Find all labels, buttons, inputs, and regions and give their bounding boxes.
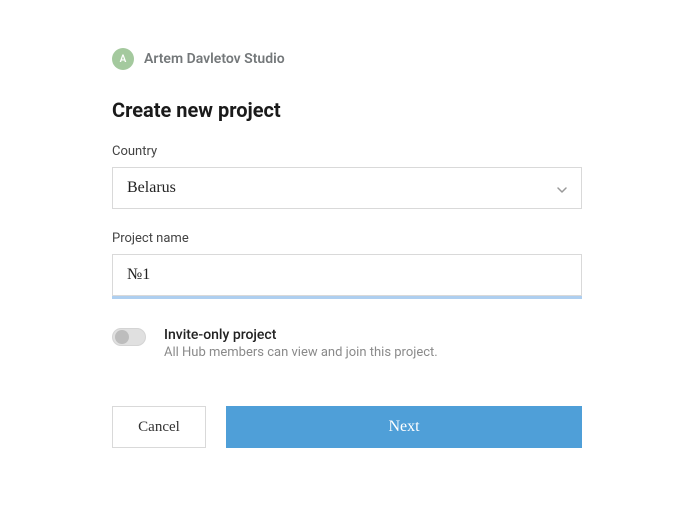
toggle-knob — [115, 330, 129, 344]
cancel-button[interactable]: Cancel — [112, 406, 206, 448]
invite-only-title: Invite-only project — [164, 327, 438, 343]
invite-only-row: Invite-only project All Hub members can … — [112, 327, 582, 360]
page-title: Create new project — [112, 98, 582, 122]
country-value[interactable]: Belarus — [112, 167, 582, 209]
input-focus-underline — [112, 296, 582, 299]
country-label: Country — [112, 144, 582, 159]
avatar: A — [112, 48, 134, 70]
button-row: Cancel Next — [112, 406, 582, 448]
next-button[interactable]: Next — [226, 406, 582, 448]
project-name-input[interactable] — [112, 254, 582, 296]
studio-header: A Artem Davletov Studio — [112, 48, 582, 70]
invite-only-toggle[interactable] — [112, 328, 146, 346]
project-name-label: Project name — [112, 231, 582, 246]
avatar-letter: A — [120, 54, 127, 65]
toggle-text: Invite-only project All Hub members can … — [164, 327, 438, 360]
studio-name: Artem Davletov Studio — [144, 51, 285, 67]
invite-only-description: All Hub members can view and join this p… — [164, 345, 438, 360]
country-select[interactable]: Belarus — [112, 167, 582, 209]
